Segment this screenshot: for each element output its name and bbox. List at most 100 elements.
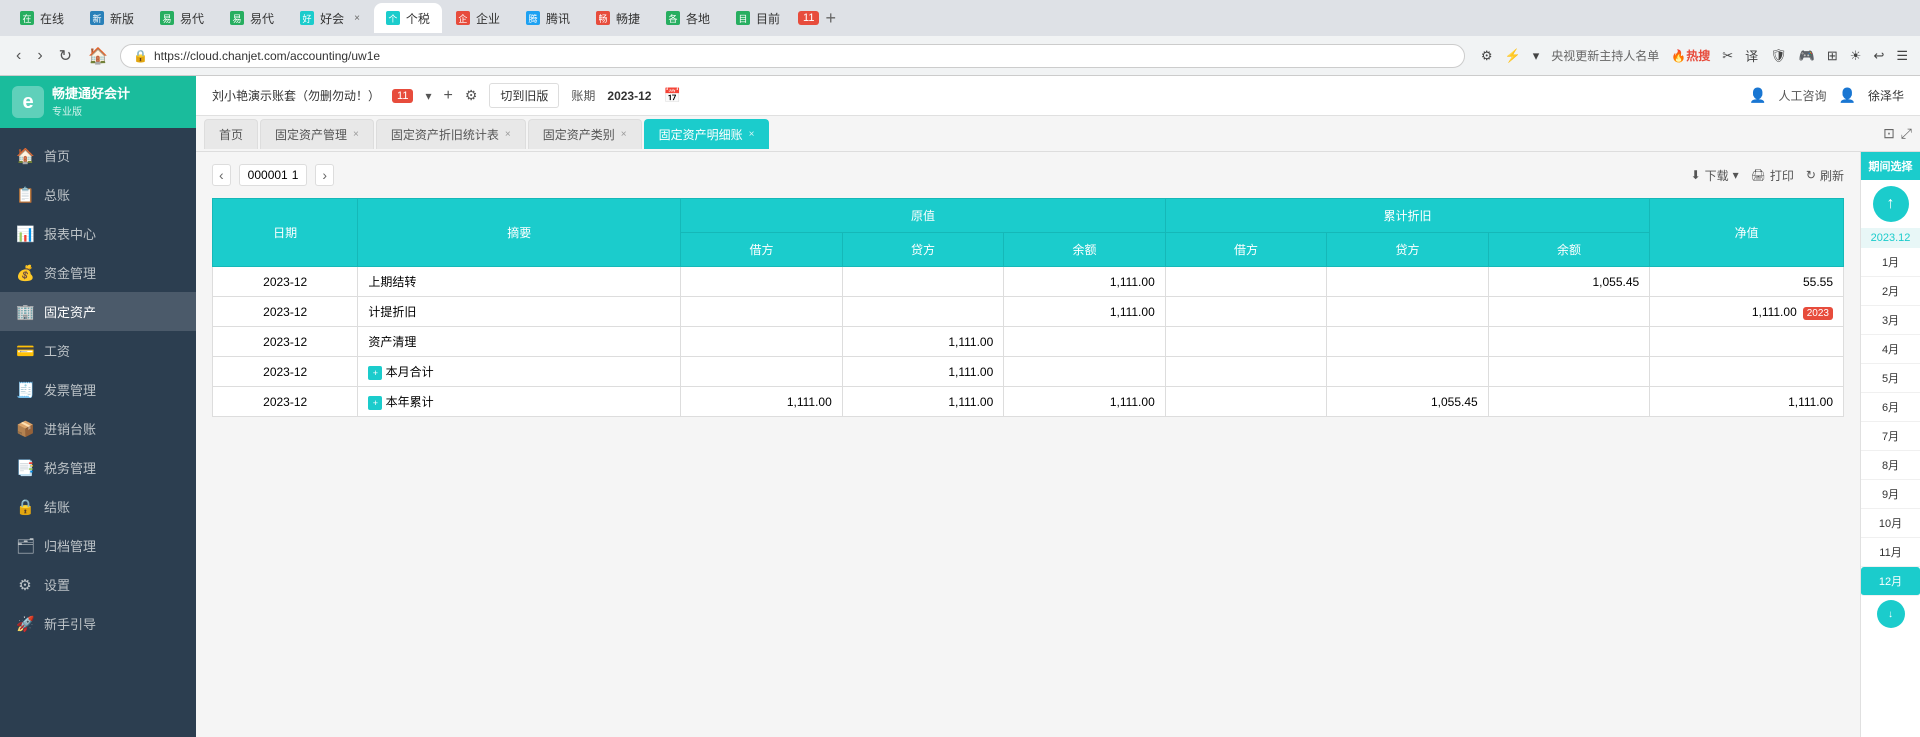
tab-asset-category[interactable]: 固定资产类别 × bbox=[528, 119, 642, 149]
sidebar-item-label-tax: 税务管理 bbox=[44, 458, 96, 477]
browser-tab-t6[interactable]: 个个税 bbox=[374, 3, 442, 33]
tab-depreciation-table[interactable]: 固定资产折旧统计表 × bbox=[376, 119, 526, 149]
tab-asset-ledger[interactable]: 固定资产明细账 × bbox=[644, 119, 770, 149]
period-month-11月[interactable]: 11月 bbox=[1861, 538, 1920, 567]
url-box[interactable]: 🔒 https://cloud.chanjet.com/accounting/u… bbox=[120, 44, 1465, 68]
cell-dep-balance: 1,055.45 bbox=[1488, 267, 1649, 297]
browser-tab-t10[interactable]: 各各地 bbox=[654, 3, 722, 33]
period-month-10月[interactable]: 10月 bbox=[1861, 509, 1920, 538]
lightning-icon[interactable]: ⚡ bbox=[1505, 48, 1521, 64]
refresh-action[interactable]: ↻ 刷新 bbox=[1806, 167, 1844, 184]
period-month-6月[interactable]: 6月 bbox=[1861, 393, 1920, 422]
download-dropdown-icon[interactable]: ▾ bbox=[1733, 168, 1739, 182]
cell-summary: 计提折旧 bbox=[358, 297, 681, 327]
forward-btn[interactable]: › bbox=[33, 43, 46, 69]
period-month-8月[interactable]: 8月 bbox=[1861, 451, 1920, 480]
add-btn[interactable]: + bbox=[443, 87, 452, 105]
sidebar-item-fixed_assets[interactable]: 🏢固定资产 bbox=[0, 292, 196, 331]
th-dep-balance: 余额 bbox=[1488, 233, 1649, 267]
refresh-btn[interactable]: ↻ bbox=[55, 42, 76, 70]
browser-tab-t4[interactable]: 易易代 bbox=[218, 3, 286, 33]
cell-summary: 上期结转 bbox=[358, 267, 681, 297]
period-month-7月[interactable]: 7月 bbox=[1861, 422, 1920, 451]
sidebar-item-label-reports: 报表中心 bbox=[44, 224, 96, 243]
support-label[interactable]: 人工咨询 bbox=[1779, 87, 1827, 104]
sidebar-item-reports[interactable]: 📊报表中心 bbox=[0, 214, 196, 253]
period-month-3月[interactable]: 3月 bbox=[1861, 306, 1920, 335]
browser-tab-t5[interactable]: 好好会× bbox=[288, 3, 372, 33]
game-icon[interactable]: 🎮 bbox=[1799, 48, 1815, 64]
browser-tab-t7[interactable]: 企企业 bbox=[444, 3, 512, 33]
period-month-12月[interactable]: 12月 bbox=[1861, 567, 1920, 596]
sidebar-item-tax[interactable]: 📑税务管理 bbox=[0, 448, 196, 487]
tab-asset-ledger-close[interactable]: × bbox=[749, 129, 755, 140]
th-orig-debit: 借方 bbox=[681, 233, 842, 267]
browser-tab-t2[interactable]: 新新版 bbox=[78, 3, 146, 33]
browser-tab-close[interactable]: × bbox=[354, 13, 360, 24]
period-month-4月[interactable]: 4月 bbox=[1861, 335, 1920, 364]
sidebar-item-label-purchase_sales: 进销台账 bbox=[44, 419, 96, 438]
minimize-panel-btn[interactable]: ⊡ bbox=[1883, 125, 1895, 142]
home-nav-btn[interactable]: 🏠 bbox=[84, 42, 112, 70]
sidebar-item-payroll[interactable]: 💳工资 bbox=[0, 331, 196, 370]
period-up-btn[interactable]: ↑ bbox=[1873, 186, 1909, 222]
browser-tab-t11[interactable]: 目目前 bbox=[724, 3, 792, 33]
dropdown-icon[interactable]: ▾ bbox=[1533, 48, 1540, 64]
settings-btn[interactable]: ⚙ bbox=[465, 87, 478, 104]
print-action[interactable]: 🖨 打印 bbox=[1751, 167, 1794, 184]
period-label: 账期 bbox=[571, 87, 595, 104]
support-icon[interactable]: 👤 bbox=[1749, 87, 1766, 104]
sun-icon[interactable]: ☀ bbox=[1850, 48, 1862, 64]
browser-tab-label: 企业 bbox=[476, 10, 500, 27]
hot-search-icon[interactable]: 🔥热搜 bbox=[1671, 47, 1710, 64]
sidebar-item-funds[interactable]: 💰资金管理 bbox=[0, 253, 196, 292]
switch-version-btn[interactable]: 切到旧版 bbox=[489, 83, 559, 108]
download-action[interactable]: ⬇ 下载 ▾ bbox=[1691, 167, 1739, 184]
company-name: 刘小艳演示账套（勿删勿动！） bbox=[212, 87, 380, 104]
period-month-1月[interactable]: 1月 bbox=[1861, 248, 1920, 277]
translate-icon[interactable]: 译 bbox=[1745, 46, 1758, 65]
sidebar-item-home[interactable]: 🏠首页 bbox=[0, 136, 196, 175]
browser-tab-t3[interactable]: 易易代 bbox=[148, 3, 216, 33]
period-month-5月[interactable]: 5月 bbox=[1861, 364, 1920, 393]
th-accumulated-dep: 累计折旧 bbox=[1165, 199, 1649, 233]
sidebar-item-settings[interactable]: ⚙设置 bbox=[0, 565, 196, 604]
sidebar-item-purchase_sales[interactable]: 📦进销台账 bbox=[0, 409, 196, 448]
shield-icon[interactable]: 🛡 bbox=[1770, 48, 1787, 64]
tab-fixed-assets[interactable]: 固定资产管理 × bbox=[260, 119, 374, 149]
back-btn[interactable]: ‹ bbox=[12, 43, 25, 69]
expand-panel-btn[interactable]: ⤢ bbox=[1901, 125, 1912, 142]
menu-icon[interactable]: ☰ bbox=[1896, 48, 1908, 64]
cell-dep-balance bbox=[1488, 357, 1649, 387]
browser-tab-t1[interactable]: 在在线 bbox=[8, 3, 76, 33]
calendar-icon[interactable]: 📅 bbox=[663, 87, 680, 104]
undo-icon[interactable]: ↩ bbox=[1873, 48, 1884, 64]
period-month-2月[interactable]: 2月 bbox=[1861, 277, 1920, 306]
sidebar-item-closing[interactable]: 🔒结账 bbox=[0, 487, 196, 526]
dropdown-arrow[interactable]: ▾ bbox=[425, 89, 431, 103]
browser-tab-t8[interactable]: 腾腾讯 bbox=[514, 3, 582, 33]
extensions-icon[interactable]: ⚙ bbox=[1481, 48, 1493, 64]
scissors-icon[interactable]: ✂ bbox=[1722, 48, 1733, 64]
new-tab-btn[interactable]: + bbox=[825, 8, 836, 29]
tab-depreciation-close[interactable]: × bbox=[505, 129, 511, 140]
cell-net-value bbox=[1650, 357, 1844, 387]
sidebar-item-invoice[interactable]: 🧾发票管理 bbox=[0, 370, 196, 409]
period-current-btn[interactable]: ↓ bbox=[1877, 600, 1905, 628]
prev-record-btn[interactable]: ‹ bbox=[212, 164, 231, 186]
next-record-btn[interactable]: › bbox=[315, 164, 334, 186]
logo-icon: e bbox=[12, 86, 44, 118]
cell-dep-balance bbox=[1488, 387, 1649, 417]
tab-asset-category-close[interactable]: × bbox=[621, 129, 627, 140]
sidebar-item-general_ledger[interactable]: 📋总账 bbox=[0, 175, 196, 214]
tab-home[interactable]: 首页 bbox=[204, 119, 258, 149]
sidebar-item-archive[interactable]: 🗂归档管理 bbox=[0, 526, 196, 565]
sidebar-item-guide[interactable]: 🚀新手引导 bbox=[0, 604, 196, 643]
period-month-9月[interactable]: 9月 bbox=[1861, 480, 1920, 509]
browser-tab-label: 目前 bbox=[756, 10, 780, 27]
browser-tab-t9[interactable]: 畅畅捷 bbox=[584, 3, 652, 33]
table-row: 2023-12计提折旧1,111.001,111.002023 bbox=[213, 297, 1844, 327]
tab-fixed-assets-close[interactable]: × bbox=[353, 129, 359, 140]
grid-icon[interactable]: ⊞ bbox=[1827, 48, 1838, 64]
sidebar-item-label-closing: 结账 bbox=[44, 497, 70, 516]
